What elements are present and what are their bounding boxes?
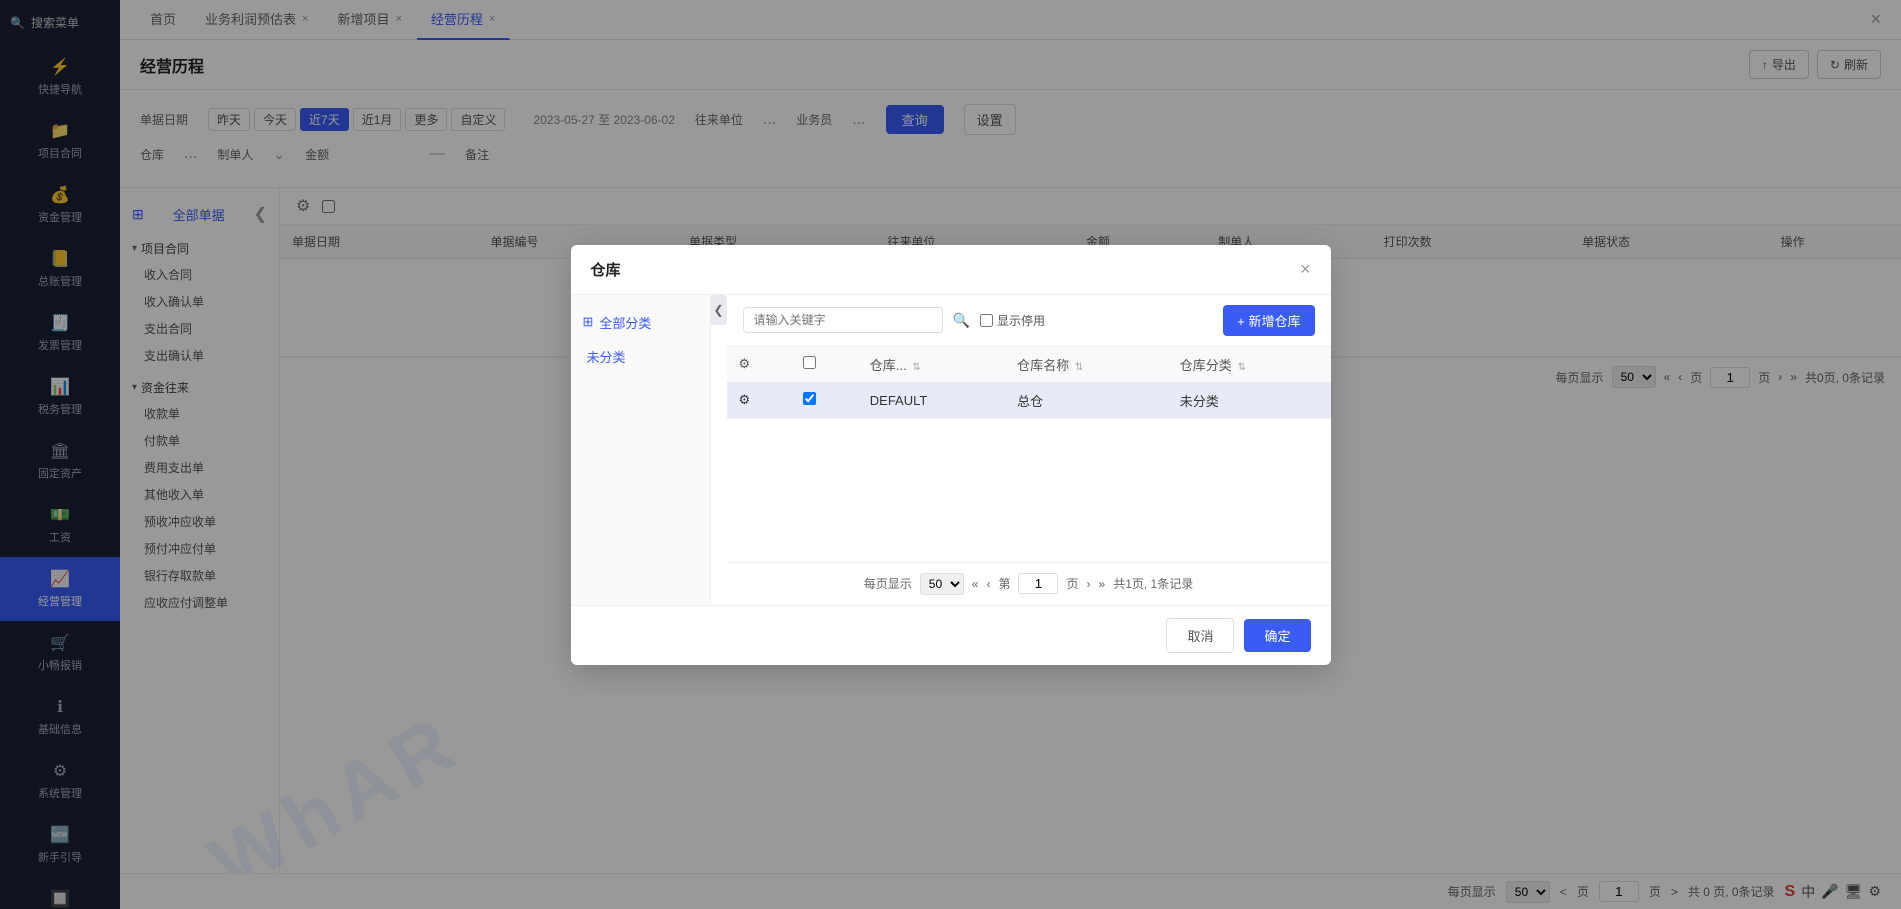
sort-icon: ⇅ <box>912 362 920 373</box>
modal-total-records: 共1页, 1条记录 <box>1113 575 1193 592</box>
modal-page-input[interactable] <box>1018 573 1058 594</box>
modal-categories: ⊞ 全部分类 未分类 <box>571 295 711 605</box>
modal-th-gear[interactable]: ⚙ <box>727 347 791 383</box>
show-disabled-checkbox-label[interactable]: 显示停用 <box>980 312 1045 329</box>
warehouse-modal: 仓库 × ⊞ 全部分类 未分类 ❮ 🔍 <box>571 245 1331 665</box>
modal-cat-unclassified-label: 未分类 <box>587 350 626 365</box>
modal-th-code: 仓库... ⇅ <box>858 347 1005 383</box>
show-disabled-checkbox[interactable] <box>980 314 993 327</box>
modal-table-header: ⚙ 仓库... ⇅ 仓库名称 ⇅ <box>727 347 1331 383</box>
modal-page-prev[interactable]: ‹ <box>986 577 990 591</box>
modal-body: ⊞ 全部分类 未分类 ❮ 🔍 显示停用 <box>571 295 1331 605</box>
modal-page-next[interactable]: › <box>1087 577 1091 591</box>
modal-close-btn[interactable]: × <box>1300 259 1311 280</box>
modal-pagination: 每页显示 50 « ‹ 第 页 › » 共1页, 1条记录 <box>727 562 1331 605</box>
modal-row-checkbox[interactable] <box>803 392 816 405</box>
modal-table-wrapper: ⚙ 仓库... ⇅ 仓库名称 ⇅ <box>727 347 1331 562</box>
modal-row-gear[interactable]: ⚙ <box>727 382 791 418</box>
modal-overlay[interactable]: 仓库 × ⊞ 全部分类 未分类 ❮ 🔍 <box>0 0 1901 909</box>
modal-row-code: DEFAULT <box>858 382 1005 418</box>
modal-row-check[interactable] <box>791 382 858 418</box>
modal-table-row[interactable]: ⚙ DEFAULT 总仓 未分类 <box>727 382 1331 418</box>
modal-th-name: 仓库名称 ⇅ <box>1005 347 1168 383</box>
modal-page-size-select[interactable]: 50 <box>920 573 964 595</box>
modal-select-all[interactable] <box>803 356 816 369</box>
modal-th-check <box>791 347 858 383</box>
confirm-button[interactable]: 确定 <box>1244 619 1310 652</box>
modal-table: ⚙ 仓库... ⇅ 仓库名称 ⇅ <box>727 347 1331 419</box>
add-warehouse-button[interactable]: + 新增仓库 <box>1223 305 1314 336</box>
modal-page-first[interactable]: « <box>972 577 979 591</box>
modal-page-size-label: 每页显示 <box>864 575 912 592</box>
modal-page-unit: 页 <box>1066 575 1078 592</box>
modal-collapse-btn[interactable]: ❮ <box>711 295 727 325</box>
sort-icon-name: ⇅ <box>1075 362 1083 373</box>
modal-search-input[interactable] <box>743 307 943 333</box>
modal-row-category: 未分类 <box>1168 382 1331 418</box>
cancel-button[interactable]: 取消 <box>1166 618 1234 653</box>
modal-cat-unclassified[interactable]: 未分类 <box>571 340 710 373</box>
modal-cat-all-label: 全部分类 <box>599 313 651 332</box>
modal-th-category: 仓库分类 ⇅ <box>1168 347 1331 383</box>
modal-search-icon[interactable]: 🔍 <box>953 312 970 329</box>
modal-cat-all[interactable]: ⊞ 全部分类 <box>571 305 710 340</box>
modal-row-name: 总仓 <box>1005 382 1168 418</box>
show-disabled-label: 显示停用 <box>997 312 1045 329</box>
modal-page-label: 第 <box>998 575 1010 592</box>
modal-toolbar: 🔍 显示停用 + 新增仓库 <box>727 295 1331 347</box>
sort-icon-cat: ⇅ <box>1237 362 1245 373</box>
modal-header: 仓库 × <box>571 245 1331 295</box>
modal-grid-icon: ⊞ <box>583 314 594 330</box>
modal-page-last[interactable]: » <box>1099 577 1106 591</box>
modal-right: 🔍 显示停用 + 新增仓库 ⚙ <box>727 295 1331 605</box>
modal-actions: 取消 确定 <box>571 605 1331 665</box>
modal-title: 仓库 <box>591 259 621 280</box>
